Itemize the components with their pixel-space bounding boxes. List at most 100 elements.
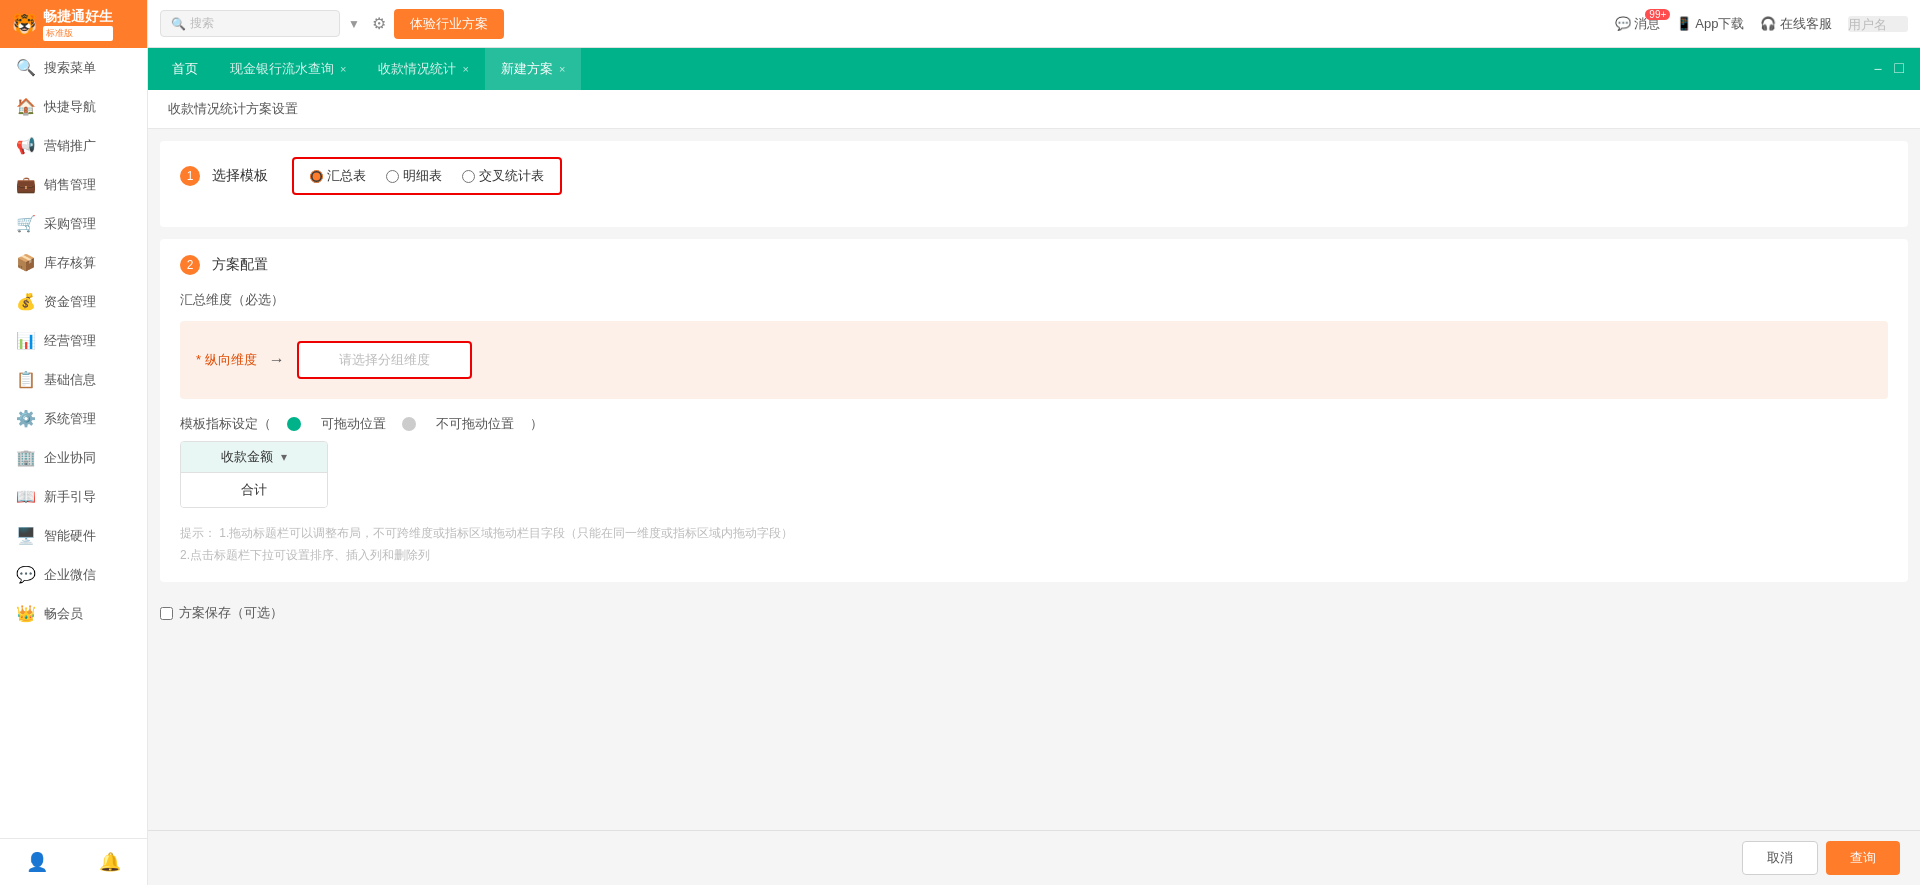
sidebar-item-icon-12: 🖥️ xyxy=(16,526,36,545)
step2-number: 2 xyxy=(180,255,200,275)
sidebar-item-1[interactable]: 🏠 快捷导航 xyxy=(0,87,147,126)
sidebar-item-label-12: 智能硬件 xyxy=(44,527,96,545)
bottom-bar: 取消 查询 xyxy=(148,830,1920,885)
service-icon: 🎧 xyxy=(1760,16,1776,31)
sidebar-item-icon-11: 📖 xyxy=(16,487,36,506)
sidebar-item-label-3: 销售管理 xyxy=(44,176,96,194)
minimize-icon[interactable]: － xyxy=(1870,59,1886,80)
sidebar-item-icon-9: ⚙️ xyxy=(16,409,36,428)
sidebar-item-label-5: 库存核算 xyxy=(44,254,96,272)
dimension-row-label: * 纵向维度 xyxy=(196,351,257,369)
download-area[interactable]: 📱 App下载 xyxy=(1676,15,1744,33)
sidebar-item-icon-4: 🛒 xyxy=(16,214,36,233)
query-button[interactable]: 查询 xyxy=(1826,841,1900,875)
sidebar-item-6[interactable]: 💰资金管理 xyxy=(0,282,147,321)
message-area[interactable]: 💬 消息 99+ xyxy=(1615,15,1661,33)
section-step1: 1 选择模板 汇总表 明细表 交叉统计表 xyxy=(160,141,1908,227)
dimension-row: * 纵向维度 → 请选择分组维度 xyxy=(196,341,1872,379)
topbar-search[interactable]: 🔍 搜索 xyxy=(160,10,340,37)
logo-icon: 🐯 xyxy=(12,12,37,36)
dimension-area: * 纵向维度 → 请选择分组维度 xyxy=(180,321,1888,399)
save-option-label[interactable]: 方案保存（可选） xyxy=(160,604,1908,622)
sidebar-item-14[interactable]: 👑畅会员 xyxy=(0,594,147,633)
tab-home-label: 首页 xyxy=(172,60,198,78)
sidebar-item-12[interactable]: 🖥️ 智能硬件 xyxy=(0,516,147,555)
section-step2: 2 方案配置 汇总维度（必选） * 纵向维度 → 请选择分组维度 模板指标设定（… xyxy=(160,239,1908,582)
tab-cashflow[interactable]: 现金银行流水查询 × xyxy=(214,48,362,90)
sidebar-item-5[interactable]: 📦 库存核算 xyxy=(0,243,147,282)
sidebar-profile-btn[interactable]: 👤 xyxy=(18,847,56,877)
save-option-checkbox[interactable] xyxy=(160,607,173,620)
sidebar-item-icon-5: 📦 xyxy=(16,253,36,272)
radio-summary[interactable]: 汇总表 xyxy=(310,167,366,185)
tip-1: 提示： 1.拖动标题栏可以调整布局，不可跨维度或指标区域拖动栏目字段（只能在同一… xyxy=(180,523,1888,545)
tab-home[interactable]: 首页 xyxy=(156,48,214,90)
sidebar-item-icon-0: 🔍 xyxy=(16,58,36,77)
radio-cross[interactable]: 交叉统计表 xyxy=(462,167,544,185)
sidebar-item-8[interactable]: 📋 基础信息 xyxy=(0,360,147,399)
sidebar-item-0[interactable]: 🔍 搜索菜单 xyxy=(0,48,147,87)
tab-cashflow-close[interactable]: × xyxy=(340,63,346,75)
tab-collection-close[interactable]: × xyxy=(462,63,468,75)
download-icon: 📱 xyxy=(1676,16,1692,31)
page-content: 收款情况统计方案设置 1 选择模板 汇总表 明细表 xyxy=(148,90,1920,885)
radio-summary-label: 汇总表 xyxy=(327,167,366,185)
cancel-button[interactable]: 取消 xyxy=(1742,841,1818,875)
search-icon: 🔍 xyxy=(171,17,186,31)
sidebar-item-label-8: 基础信息 xyxy=(44,371,96,389)
sidebar-item-icon-8: 📋 xyxy=(16,370,36,389)
tab-new-plan-label: 新建方案 xyxy=(501,60,553,78)
tab-new-plan[interactable]: 新建方案 × xyxy=(485,48,581,90)
radio-summary-input[interactable] xyxy=(310,170,323,183)
sidebar-item-10[interactable]: 🏢企业协同 xyxy=(0,438,147,477)
tab-new-plan-close[interactable]: × xyxy=(559,63,565,75)
template-options: 汇总表 明细表 交叉统计表 xyxy=(292,157,562,195)
sidebar-item-icon-3: 💼 xyxy=(16,175,36,194)
download-label: App下载 xyxy=(1695,16,1744,31)
sidebar-item-icon-1: 🏠 xyxy=(16,97,36,116)
topbar-right: 💬 消息 99+ 📱 App下载 🎧 在线客服 用户名 xyxy=(1615,15,1908,33)
try-industry-button[interactable]: 体验行业方案 xyxy=(394,9,504,39)
sidebar-item-13[interactable]: 💬企业微信 xyxy=(0,555,147,594)
maximize-icon[interactable]: □ xyxy=(1894,59,1904,80)
sidebar-item-3[interactable]: 💼 销售管理 xyxy=(0,165,147,204)
radio-detail[interactable]: 明细表 xyxy=(386,167,442,185)
tips-section: 提示： 1.拖动标题栏可以调整布局，不可跨维度或指标区域拖动栏目字段（只能在同一… xyxy=(180,523,1888,566)
user-name[interactable]: 用户名 xyxy=(1848,16,1908,32)
sidebar-item-label-0: 搜索菜单 xyxy=(44,59,96,77)
navtab-window-controls: － □ xyxy=(1870,59,1912,80)
sidebar-item-label-11: 新手引导 xyxy=(44,488,96,506)
dimension-title: 汇总维度（必选） xyxy=(180,291,1888,309)
sidebar-notify-btn[interactable]: 🔔 xyxy=(91,847,129,877)
metrics-dropdown-icon[interactable]: ▾ xyxy=(281,450,287,464)
dimension-arrow: → xyxy=(269,351,285,369)
sidebar-item-7[interactable]: 📊经营管理 xyxy=(0,321,147,360)
step2-label: 方案配置 xyxy=(212,256,268,274)
logo-badge: 标准版 xyxy=(43,26,113,41)
metrics-table-header: 收款金额 ▾ xyxy=(181,442,327,473)
search-text: 搜索 xyxy=(190,15,214,32)
service-area[interactable]: 🎧 在线客服 xyxy=(1760,15,1832,33)
save-option-area: 方案保存（可选） xyxy=(148,594,1920,632)
page-title: 收款情况统计方案设置 xyxy=(168,101,298,116)
sidebar-item-icon-6: 💰 xyxy=(16,292,36,311)
dimension-select[interactable]: 请选择分组维度 xyxy=(297,341,472,379)
radio-detail-input[interactable] xyxy=(386,170,399,183)
radio-cross-input[interactable] xyxy=(462,170,475,183)
topbar-dropdown-icon[interactable]: ▼ xyxy=(348,17,360,31)
sidebar-item-4[interactable]: 🛒采购管理 xyxy=(0,204,147,243)
sidebar-item-icon-10: 🏢 xyxy=(16,448,36,467)
step1-number: 1 xyxy=(180,166,200,186)
sidebar-item-label-9: 系统管理 xyxy=(44,410,96,428)
sidebar-item-label-1: 快捷导航 xyxy=(44,98,96,116)
tab-collection-label: 收款情况统计 xyxy=(378,60,456,78)
step1-row: 1 选择模板 汇总表 明细表 交叉统计表 xyxy=(180,157,1888,195)
gear-icon[interactable]: ⚙ xyxy=(372,14,386,33)
service-label: 在线客服 xyxy=(1780,16,1832,31)
sidebar-item-9[interactable]: ⚙️ 系统管理 xyxy=(0,399,147,438)
metrics-header-label: 收款金额 xyxy=(221,448,273,466)
tab-collection[interactable]: 收款情况统计 × xyxy=(362,48,484,90)
sidebar-item-2[interactable]: 📢营销推广 xyxy=(0,126,147,165)
metrics-config-header: 模板指标设定（ 可拖动位置 不可拖动位置 ） xyxy=(180,415,1888,433)
sidebar-item-11[interactable]: 📖 新手引导 xyxy=(0,477,147,516)
